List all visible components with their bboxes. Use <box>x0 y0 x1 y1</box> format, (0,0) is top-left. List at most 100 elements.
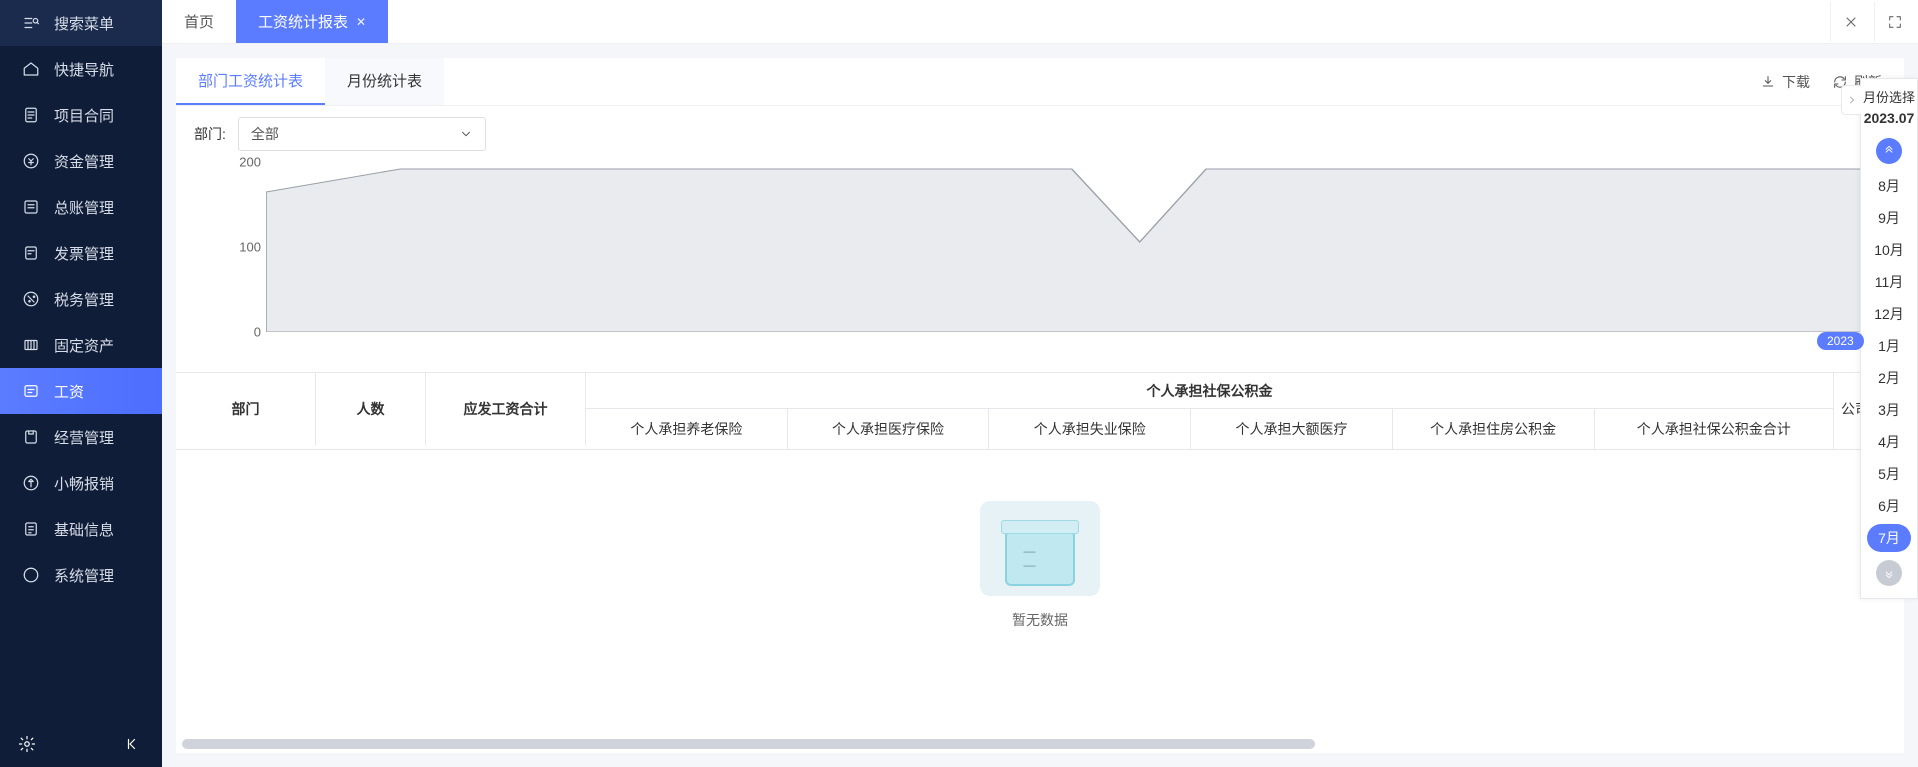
sidebar-item-label: 搜索菜单 <box>54 13 114 34</box>
download-label: 下载 <box>1782 72 1810 92</box>
th-pension: 个人承担养老保险 <box>586 409 788 449</box>
y-tick: 100 <box>226 240 261 255</box>
horizontal-scrollbar[interactable] <box>182 739 1898 749</box>
tab-label: 工资统计报表 <box>258 11 348 32</box>
tab-home[interactable]: 首页 <box>162 0 236 43</box>
chart-plot: 200 100 0 <box>266 162 1884 332</box>
sidebar-item-label: 项目合同 <box>54 105 114 126</box>
empty-text: 暂无数据 <box>1012 610 1068 630</box>
sub-tabs: 部门工资统计表 月份统计表 <box>176 58 444 105</box>
th-major-med: 个人承担大额医疗 <box>1191 409 1393 449</box>
home-icon <box>22 60 40 78</box>
th-group-personal-social: 个人承担社保公积金 个人承担养老保险 个人承担医疗保险 个人承担失业保险 个人承… <box>586 373 1834 449</box>
sidebar-item-salary[interactable]: 工资 <box>0 368 162 414</box>
contract-icon <box>22 106 40 124</box>
fullscreen-button[interactable] <box>1874 2 1914 42</box>
close-all-tabs-button[interactable] <box>1830 2 1870 42</box>
collapse-sidebar-icon[interactable] <box>124 735 144 755</box>
th-count: 人数 <box>316 373 426 445</box>
month-next-button[interactable] <box>1876 560 1902 586</box>
th-unemploy: 个人承担失业保险 <box>989 409 1191 449</box>
tab-label: 首页 <box>184 11 214 32</box>
th-dept: 部门 <box>176 373 316 445</box>
scroll-thumb[interactable] <box>182 739 1315 749</box>
reimbursement-icon <box>22 474 40 492</box>
sidebar-item-label: 固定资产 <box>54 335 114 356</box>
content-wrap: 部门工资统计表 月份统计表 下载 刷新 <box>162 44 1918 767</box>
sidebar-item-label: 税务管理 <box>54 289 114 310</box>
month-item-3[interactable]: 3月 <box>1861 396 1917 424</box>
sidebar-item-fund-management[interactable]: 资金管理 <box>0 138 162 184</box>
sidebar-item-label: 经营管理 <box>54 427 114 448</box>
chart: 200 100 0 <box>176 162 1904 362</box>
tab-salary-report[interactable]: 工资统计报表 ✕ <box>236 0 388 43</box>
month-item-1[interactable]: 1月 <box>1861 332 1917 360</box>
invoice-icon <box>22 244 40 262</box>
month-prev-button[interactable] <box>1876 138 1902 164</box>
money-icon <box>22 152 40 170</box>
sidebar-item-label: 小畅报销 <box>54 473 114 494</box>
close-icon[interactable]: ✕ <box>356 15 366 29</box>
sidebar-item-operations[interactable]: 经营管理 <box>0 414 162 460</box>
y-tick: 0 <box>226 325 261 340</box>
system-icon <box>22 566 40 584</box>
month-item-12[interactable]: 12月 <box>1861 300 1917 328</box>
month-item-11[interactable]: 11月 <box>1861 268 1917 296</box>
filters-row: 部门: 全部 <box>176 106 1904 162</box>
sidebar-item-general-ledger[interactable]: 总账管理 <box>0 184 162 230</box>
download-icon <box>1760 74 1776 90</box>
month-item-2[interactable]: 2月 <box>1861 364 1917 392</box>
sidebar: 搜索菜单 快捷导航 项目合同 资金管理 总账管理 发票管理 税务管理 <box>0 0 162 767</box>
sidebar-item-search-menu[interactable]: 搜索菜单 <box>0 0 162 46</box>
month-item-4[interactable]: 4月 <box>1861 428 1917 456</box>
salary-icon <box>22 382 40 400</box>
month-item-10[interactable]: 10月 <box>1861 236 1917 264</box>
dept-select-value: 全部 <box>251 124 279 144</box>
month-item-6[interactable]: 6月 <box>1861 492 1917 520</box>
sidebar-item-tax[interactable]: 税务管理 <box>0 276 162 322</box>
sidebar-item-fixed-assets[interactable]: 固定资产 <box>0 322 162 368</box>
chevron-down-icon <box>459 127 473 141</box>
asset-icon <box>22 336 40 354</box>
sub-tab-label: 部门工资统计表 <box>198 70 303 91</box>
y-tick: 200 <box>226 155 261 170</box>
sidebar-item-label: 工资 <box>54 381 84 402</box>
sidebar-item-base-info[interactable]: 基础信息 <box>0 506 162 552</box>
month-panel: 月份选择 2023.07 8月 9月 10月 11月 12月 2023 1月 2… <box>1860 78 1918 599</box>
th-personal-total: 个人承担社保公积金合计 <box>1595 409 1834 449</box>
sidebar-item-label: 总账管理 <box>54 197 114 218</box>
content-card: 部门工资统计表 月份统计表 下载 刷新 <box>176 58 1904 753</box>
top-right-controls <box>1830 0 1918 44</box>
sub-tab-dept-salary[interactable]: 部门工资统计表 <box>176 58 325 105</box>
sidebar-item-label: 基础信息 <box>54 519 114 540</box>
table-empty-state: — — 暂无数据 <box>176 450 1904 680</box>
month-item-7[interactable]: 7月 <box>1867 524 1911 552</box>
tax-icon <box>22 290 40 308</box>
month-panel-toggle[interactable] <box>1841 85 1861 115</box>
month-item-8[interactable]: 8月 <box>1861 172 1917 200</box>
month-item-5[interactable]: 5月 <box>1861 460 1917 488</box>
sidebar-item-label: 快捷导航 <box>54 59 114 80</box>
sidebar-item-label: 系统管理 <box>54 565 114 586</box>
month-panel-title: 月份选择 <box>1863 87 1915 106</box>
th-housing: 个人承担住房公积金 <box>1393 409 1595 449</box>
main-area: 首页 工资统计报表 ✕ 部门工资统计表 月份统计表 <box>162 0 1918 767</box>
sidebar-item-invoice[interactable]: 发票管理 <box>0 230 162 276</box>
gear-icon[interactable] <box>18 735 38 755</box>
download-button[interactable]: 下载 <box>1760 72 1810 92</box>
sidebar-item-reimbursement[interactable]: 小畅报销 <box>0 460 162 506</box>
top-tabs: 首页 工资统计报表 ✕ <box>162 0 1918 44</box>
dept-select[interactable]: 全部 <box>238 117 486 151</box>
sub-tab-month-stats[interactable]: 月份统计表 <box>325 58 444 105</box>
th-group-title: 个人承担社保公积金 <box>586 373 1834 409</box>
sidebar-item-system[interactable]: 系统管理 <box>0 552 162 598</box>
th-payable-total: 应发工资合计 <box>426 373 586 445</box>
sidebar-item-project-contract[interactable]: 项目合同 <box>0 92 162 138</box>
sidebar-item-label: 资金管理 <box>54 151 114 172</box>
operations-icon <box>22 428 40 446</box>
ledger-icon <box>22 198 40 216</box>
dept-filter-label: 部门: <box>194 124 226 144</box>
sidebar-item-quick-nav[interactable]: 快捷导航 <box>0 46 162 92</box>
month-item-9[interactable]: 9月 <box>1861 204 1917 232</box>
th-medical: 个人承担医疗保险 <box>788 409 990 449</box>
